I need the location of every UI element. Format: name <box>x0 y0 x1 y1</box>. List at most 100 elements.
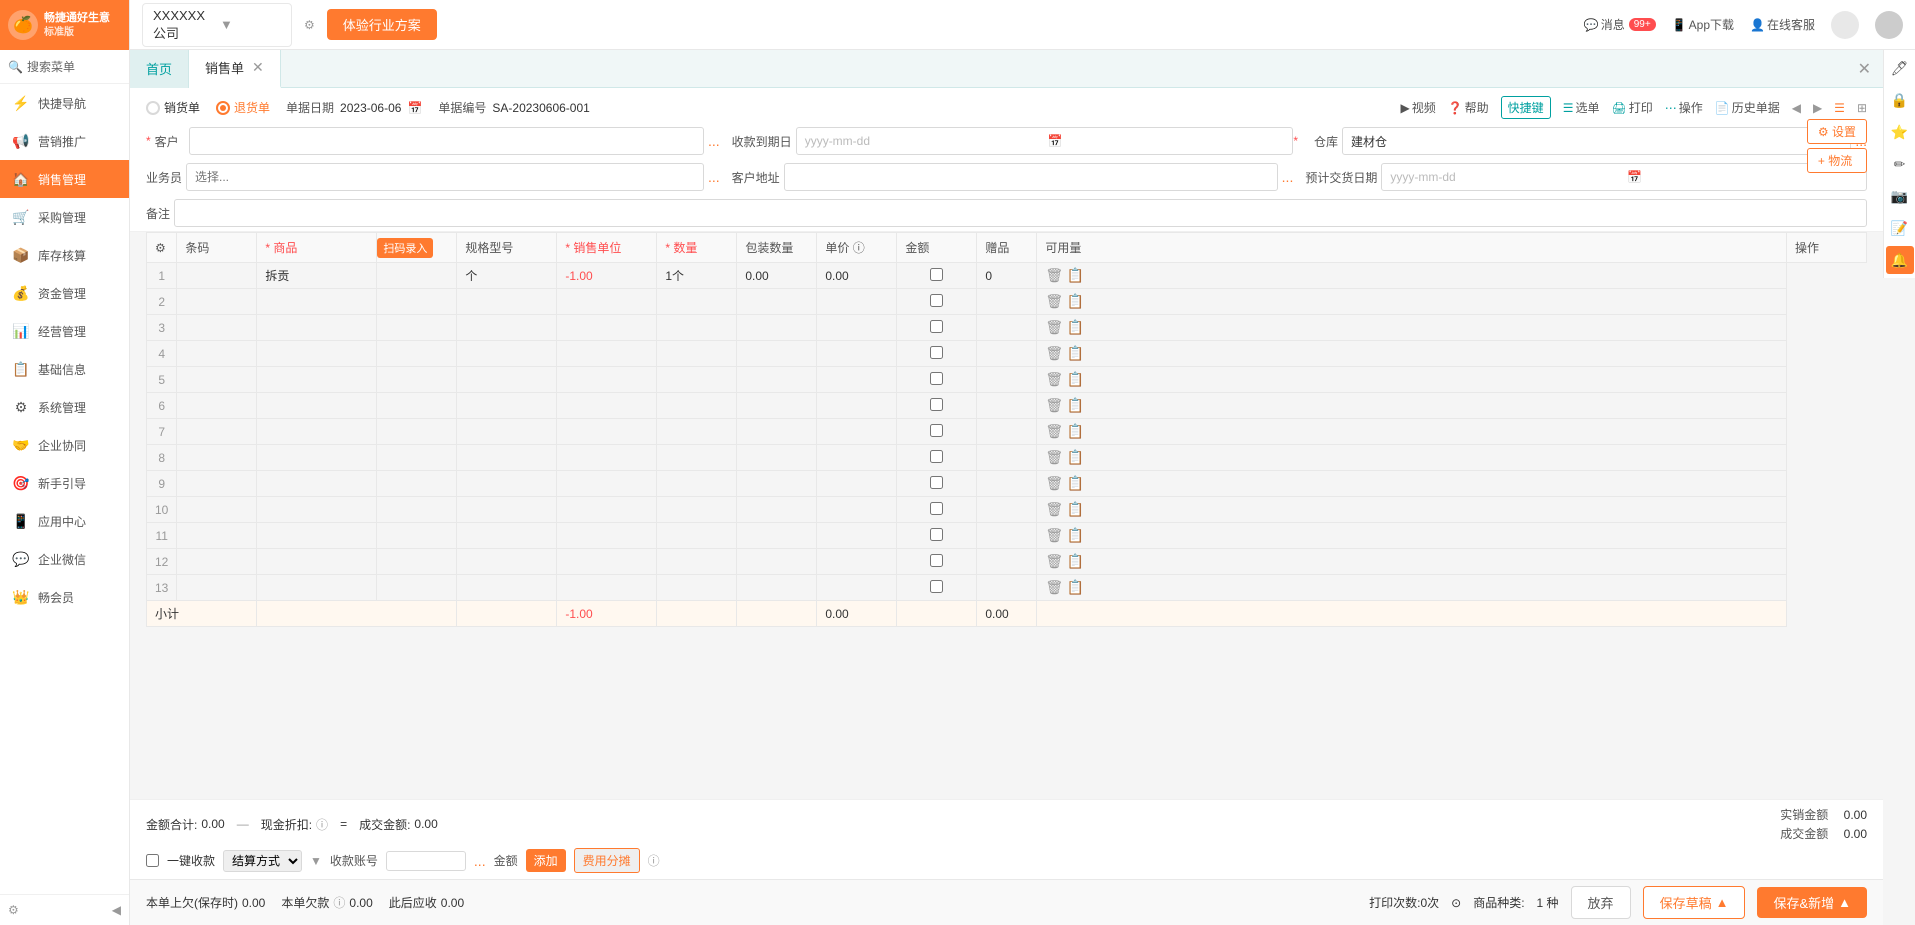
method-select[interactable]: 结算方式 <box>223 850 302 872</box>
gift-checkbox[interactable] <box>930 554 943 567</box>
avatar[interactable] <box>1831 11 1859 39</box>
tab-home[interactable]: 首页 <box>130 50 189 88</box>
copy-btn[interactable]: 📋 <box>1066 501 1083 517</box>
save-draft-arrow[interactable]: ▲ <box>1716 895 1729 910</box>
cell-barcode[interactable] <box>177 549 257 575</box>
cell-amount[interactable] <box>817 367 897 393</box>
customer-input[interactable] <box>189 127 704 155</box>
cell-quantity[interactable] <box>557 549 657 575</box>
cell-product[interactable] <box>257 419 377 445</box>
cell-pack-qty[interactable] <box>657 549 737 575</box>
cell-product[interactable] <box>257 341 377 367</box>
cell-barcode[interactable] <box>177 471 257 497</box>
cell-pack-qty[interactable] <box>657 315 737 341</box>
return-radio[interactable] <box>216 101 230 115</box>
cell-quantity[interactable] <box>557 315 657 341</box>
gift-checkbox[interactable] <box>930 580 943 593</box>
sidebar-item-app-center[interactable]: 📱应用中心 <box>0 502 129 540</box>
cell-product[interactable] <box>257 315 377 341</box>
cell-pack-qty[interactable] <box>657 497 737 523</box>
cell-gift[interactable] <box>897 315 977 341</box>
shortcut-btn[interactable]: 快捷键 <box>1501 96 1551 119</box>
cell-unit[interactable] <box>457 393 557 419</box>
tab-sales-order[interactable]: 销售单✕ <box>189 50 281 88</box>
account-ellipsis[interactable]: ... <box>474 853 486 869</box>
gift-checkbox[interactable] <box>930 528 943 541</box>
cell-unit-price[interactable] <box>737 315 817 341</box>
cell-pack-qty[interactable] <box>657 341 737 367</box>
cell-product[interactable] <box>257 289 377 315</box>
cell-pack-qty[interactable] <box>657 523 737 549</box>
cell-product[interactable] <box>257 549 377 575</box>
copy-btn[interactable]: 📋 <box>1066 397 1083 413</box>
calendar-icon[interactable]: 📅 <box>407 101 422 115</box>
address-input[interactable] <box>784 163 1278 191</box>
cell-quantity[interactable] <box>557 497 657 523</box>
cell-unit[interactable] <box>457 575 557 601</box>
gift-checkbox[interactable] <box>930 502 943 515</box>
delete-btn[interactable]: 🗑 <box>1045 267 1063 283</box>
tab-close-sales-order[interactable]: ✕ <box>252 59 264 76</box>
cell-spec[interactable] <box>377 549 457 575</box>
cell-gift[interactable] <box>897 289 977 315</box>
sales-radio[interactable] <box>146 101 160 115</box>
cell-unit[interactable] <box>457 289 557 315</box>
gift-checkbox[interactable] <box>930 268 943 281</box>
sidebar-item-operations[interactable]: 📊经营管理 <box>0 312 129 350</box>
copy-btn[interactable]: 📋 <box>1066 371 1083 387</box>
cell-unit-price[interactable] <box>737 471 817 497</box>
cell-quantity[interactable]: -1.00 <box>557 263 657 289</box>
sidebar-search[interactable]: 🔍 搜索菜单 <box>0 50 129 84</box>
copy-btn[interactable]: 📋 <box>1066 449 1083 465</box>
cell-amount[interactable] <box>817 523 897 549</box>
cell-unit[interactable] <box>457 497 557 523</box>
delete-btn[interactable]: 🗑 <box>1045 293 1063 309</box>
one-click-checkbox[interactable] <box>146 854 159 867</box>
cell-gift[interactable] <box>897 419 977 445</box>
cell-unit[interactable] <box>457 419 557 445</box>
account-input[interactable] <box>386 851 466 871</box>
cell-barcode[interactable] <box>177 497 257 523</box>
delete-btn[interactable]: 🗑 <box>1045 345 1063 361</box>
operation-btn[interactable]: ⋯ 操作 <box>1665 99 1703 116</box>
sidebar-item-member[interactable]: 👑畅会员 <box>0 578 129 616</box>
cell-unit-price[interactable] <box>737 523 817 549</box>
sidebar-item-marketing[interactable]: 📢营销推广 <box>0 122 129 160</box>
cell-amount[interactable]: 0.00 <box>817 263 897 289</box>
cell-quantity[interactable] <box>557 523 657 549</box>
fee-btn[interactable]: 费用分摊 <box>574 848 640 873</box>
cell-unit-price[interactable] <box>737 445 817 471</box>
copy-btn[interactable]: 📋 <box>1066 579 1083 595</box>
customer-ellipsis[interactable]: ... <box>708 133 720 149</box>
cell-barcode[interactable] <box>177 341 257 367</box>
cell-amount[interactable] <box>817 445 897 471</box>
gift-checkbox[interactable] <box>930 398 943 411</box>
cell-gift[interactable] <box>897 523 977 549</box>
select-btn[interactable]: ☰ 选单 <box>1563 99 1600 116</box>
delete-btn[interactable]: 🗑 <box>1045 475 1063 491</box>
delete-btn[interactable]: 🗑 <box>1045 579 1063 595</box>
gift-checkbox[interactable] <box>930 294 943 307</box>
cell-amount[interactable] <box>817 393 897 419</box>
cell-unit-price[interactable] <box>737 289 817 315</box>
cell-gift[interactable] <box>897 497 977 523</box>
cell-barcode[interactable] <box>177 575 257 601</box>
salesman-input[interactable] <box>186 163 704 191</box>
gift-checkbox[interactable] <box>930 346 943 359</box>
cell-unit-price[interactable] <box>737 367 817 393</box>
cell-product[interactable] <box>257 471 377 497</box>
delete-btn[interactable]: 🗑 <box>1045 501 1063 517</box>
settings-icon[interactable]: ⚙ <box>8 903 19 917</box>
copy-btn[interactable]: 📋 <box>1066 267 1083 283</box>
panel-btn-3[interactable]: ⭐ <box>1886 118 1914 146</box>
cell-quantity[interactable] <box>557 575 657 601</box>
video-btn[interactable]: ▶ 视频 <box>1400 99 1435 116</box>
cell-unit-price[interactable] <box>737 549 817 575</box>
cell-unit[interactable] <box>457 367 557 393</box>
abandon-btn[interactable]: 放弃 <box>1571 886 1631 919</box>
online-service-btn[interactable]: 👤 在线客服 <box>1750 16 1815 33</box>
cell-pack-qty[interactable] <box>657 471 737 497</box>
logistics-button[interactable]: + 物流 <box>1807 148 1867 173</box>
col-scan[interactable]: 扫码录入 <box>377 233 457 263</box>
message-btn[interactable]: 💬 消息 99+ <box>1584 16 1656 33</box>
